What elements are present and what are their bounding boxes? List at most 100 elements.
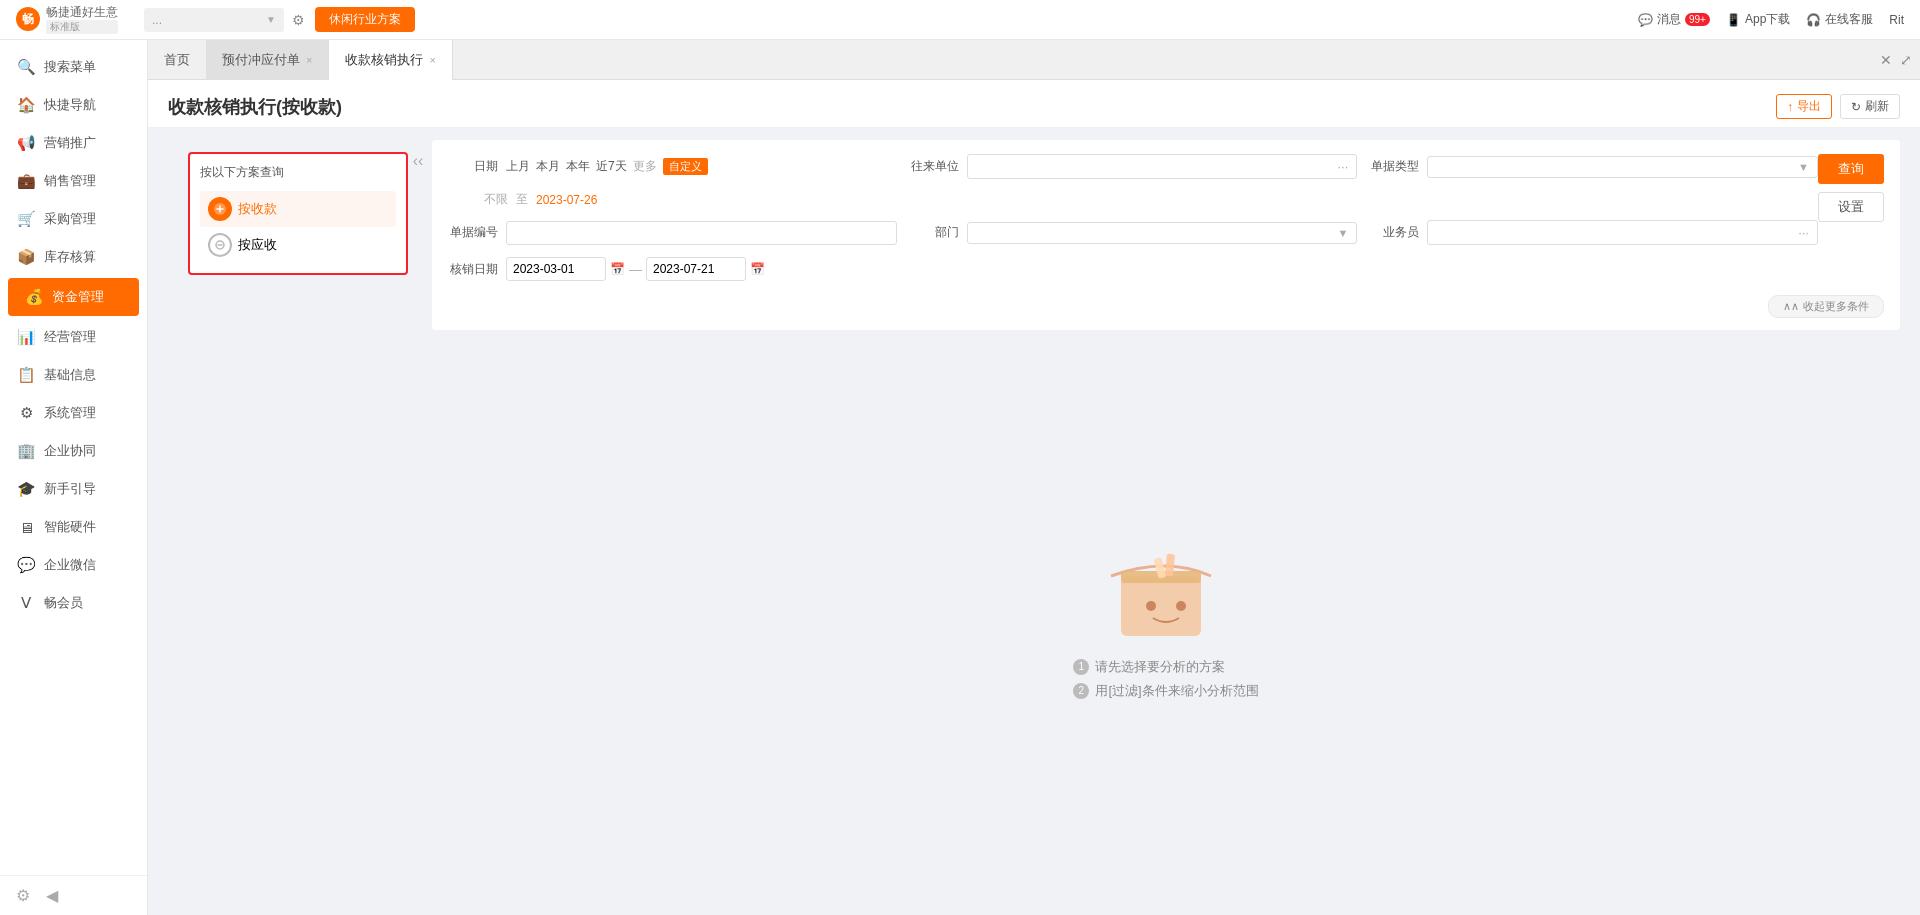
export-button[interactable]: ↑ 导出 — [1776, 94, 1832, 119]
workspace-selector[interactable]: ... ▼ — [144, 8, 284, 32]
svg-point-4 — [1146, 601, 1156, 611]
receivable-icon — [208, 233, 232, 257]
close-window-icon[interactable]: ✕ — [1880, 52, 1892, 68]
counterpart-input[interactable]: ··· — [967, 154, 1358, 179]
sidebar-item-member[interactable]: Ⅴ 畅会员 — [0, 584, 147, 622]
finance-icon: 💰 — [24, 288, 44, 306]
date-shortcut-this-year[interactable]: 本年 — [566, 158, 590, 175]
collapse-sidebar-icon[interactable]: ◀ — [46, 886, 58, 905]
sidebar-item-hardware[interactable]: 🖥 智能硬件 — [0, 508, 147, 546]
settings-icon[interactable]: ⚙ — [16, 886, 30, 905]
collapse-left-panel-button[interactable]: ‹‹ — [408, 152, 428, 170]
empty-hint-1: 1 请先选择要分析的方案 — [1073, 658, 1258, 676]
gear-icon[interactable]: ⚙ — [292, 12, 305, 28]
filter-row-1: 日期 上月 本月 本年 近7天 更多 自定义 — [448, 154, 1818, 179]
solution-button[interactable]: 休闲行业方案 — [315, 7, 415, 32]
search-icon: 🔍 — [16, 58, 36, 76]
sidebar-nav: 🔍 搜索菜单 🏠 快捷导航 📢 营销推广 💼 销售管理 🛒 采购管理 📦 — [0, 40, 147, 875]
svg-point-5 — [1176, 601, 1186, 611]
sidebar-item-enterprise[interactable]: 🏢 企业协同 — [0, 432, 147, 470]
left-query-panel: 按以下方案查询 按收款 按应收 — [188, 152, 408, 275]
member-icon: Ⅴ — [16, 594, 36, 612]
doc-no-field: 单据编号 — [448, 221, 897, 245]
page-header: 收款核销执行(按收款) ↑ 导出 ↻ 刷新 — [148, 80, 1920, 128]
maximize-icon[interactable]: ⤢ — [1900, 52, 1912, 68]
tab-verify[interactable]: 收款核销执行 × — [329, 40, 452, 80]
filter-actions: 查询 设置 — [1818, 154, 1884, 222]
sidebar-item-finance[interactable]: 💰 资金管理 — [8, 278, 139, 316]
filter-fields: 日期 上月 本月 本年 近7天 更多 自定义 — [448, 154, 1818, 289]
date-shortcut-7days[interactable]: 近7天 — [596, 158, 627, 175]
filter-row-2: 单据编号 部门 ▼ — [448, 220, 1818, 245]
home-icon: 🏠 — [16, 96, 36, 114]
tab-prepay[interactable]: 预付冲应付单 × — [206, 40, 329, 80]
calendar-end-icon[interactable]: 📅 — [750, 262, 765, 276]
sidebar-item-purchase[interactable]: 🛒 采购管理 — [0, 200, 147, 238]
verify-date-range: 📅 — 📅 — [506, 257, 897, 281]
user-name: Rit — [1889, 13, 1904, 27]
refresh-button[interactable]: ↻ 刷新 — [1840, 94, 1900, 119]
settings-button[interactable]: 设置 — [1818, 192, 1884, 222]
sidebar-item-guide[interactable]: 🎓 新手引导 — [0, 470, 147, 508]
sidebar-item-wechat[interactable]: 💬 企业微信 — [0, 546, 147, 584]
inventory-icon: 📦 — [16, 248, 36, 266]
tab-close-verify[interactable]: × — [429, 54, 435, 66]
query-option-by-receipt[interactable]: 按收款 — [200, 191, 396, 227]
verify-date-end-input[interactable] — [646, 257, 746, 281]
collapse-conditions-button[interactable]: ∧∧ 收起更多条件 — [1768, 295, 1884, 318]
enterprise-icon: 🏢 — [16, 442, 36, 460]
date-shortcut-more[interactable]: 更多 — [633, 158, 657, 175]
sidebar-item-operations[interactable]: 📊 经营管理 — [0, 318, 147, 356]
user-avatar[interactable]: Rit — [1889, 13, 1904, 27]
operations-icon: 📊 — [16, 328, 36, 346]
topbar-right: 💬 消息 99+ 📱 App下载 🎧 在线客服 Rit — [1638, 11, 1904, 28]
message-badge: 99+ — [1685, 13, 1710, 26]
date-display-value: 2023-07-26 — [536, 193, 597, 207]
sidebar-item-system[interactable]: ⚙ 系统管理 — [0, 394, 147, 432]
sidebar-item-marketing[interactable]: 📢 营销推广 — [0, 124, 147, 162]
app-download-button[interactable]: 📱 App下载 — [1726, 11, 1790, 28]
dept-select[interactable]: ▼ — [967, 222, 1358, 244]
sidebar-item-sales[interactable]: 💼 销售管理 — [0, 162, 147, 200]
date-shortcut-last-month[interactable]: 上月 — [506, 158, 530, 175]
sidebar-item-quick-nav[interactable]: 🏠 快捷导航 — [0, 86, 147, 124]
query-option-by-receivable[interactable]: 按应收 — [200, 227, 396, 263]
basic-info-icon: 📋 — [16, 366, 36, 384]
query-button[interactable]: 查询 — [1818, 154, 1884, 184]
sidebar: 🔍 搜索菜单 🏠 快捷导航 📢 营销推广 💼 销售管理 🛒 采购管理 📦 — [0, 40, 148, 915]
edition-badge: 标准版 — [46, 20, 118, 34]
tab-close-prepay[interactable]: × — [306, 54, 312, 66]
doc-no-input[interactable] — [506, 221, 897, 245]
messages-button[interactable]: 💬 消息 99+ — [1638, 11, 1710, 28]
sidebar-item-inventory[interactable]: 📦 库存核算 — [0, 238, 147, 276]
brand-name: 畅捷通好生意 — [46, 5, 118, 19]
megaphone-icon: 📢 — [16, 134, 36, 152]
online-service-button[interactable]: 🎧 在线客服 — [1806, 11, 1873, 28]
wechat-icon: 💬 — [16, 556, 36, 574]
date-custom-tag[interactable]: 自定义 — [663, 158, 708, 175]
topbar: 畅 畅捷通好生意 标准版 ... ▼ ⚙ 休闲行业方案 💬 消息 99+ 📱 A… — [0, 0, 1920, 40]
doc-type-select[interactable]: ▼ — [1427, 156, 1818, 178]
sidebar-item-search[interactable]: 🔍 搜索菜单 — [0, 48, 147, 86]
verify-date-start-input[interactable] — [506, 257, 606, 281]
page-header-actions: ↑ 导出 ↻ 刷新 — [1776, 94, 1900, 119]
guide-icon: 🎓 — [16, 480, 36, 498]
calendar-start-icon[interactable]: 📅 — [610, 262, 625, 276]
left-panel-area: 按以下方案查询 按收款 按应收 ‹‹ — [148, 128, 428, 915]
purchase-icon: 🛒 — [16, 210, 36, 228]
salesperson-input[interactable]: ··· — [1427, 220, 1818, 245]
export-icon: ↑ — [1787, 100, 1793, 114]
main-body: 按以下方案查询 按收款 按应收 ‹‹ — [148, 128, 1920, 915]
sidebar-item-basic-info[interactable]: 📋 基础信息 — [0, 356, 147, 394]
logo: 畅 — [16, 7, 40, 31]
date-shortcut-this-month[interactable]: 本月 — [536, 158, 560, 175]
date-shortcuts-group: 上月 本月 本年 近7天 更多 自定义 — [506, 158, 897, 175]
salesperson-field: 业务员 ··· — [1369, 220, 1818, 245]
date-value-row: 不限 至 2023-07-26 — [448, 191, 1818, 208]
date-field: 日期 上月 本月 本年 近7天 更多 自定义 — [448, 158, 897, 175]
dept-chevron-icon: ▼ — [1337, 227, 1348, 239]
message-icon: 💬 — [1638, 13, 1653, 27]
tab-home[interactable]: 首页 — [148, 51, 206, 69]
verify-date-field: 核销日期 📅 — 📅 — [448, 257, 897, 281]
counterpart-field: 往来单位 ··· — [909, 154, 1358, 179]
